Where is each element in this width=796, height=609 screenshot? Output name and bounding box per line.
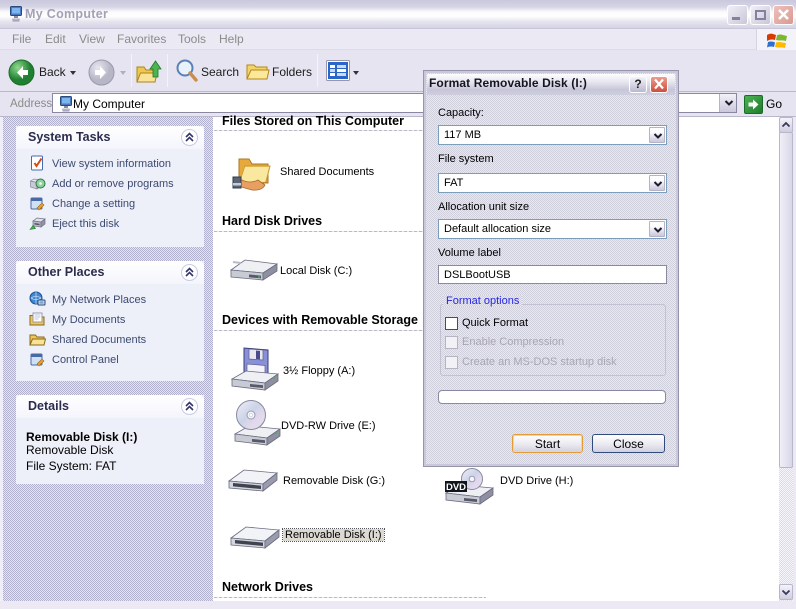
svg-text:DVD: DVD bbox=[446, 482, 466, 493]
